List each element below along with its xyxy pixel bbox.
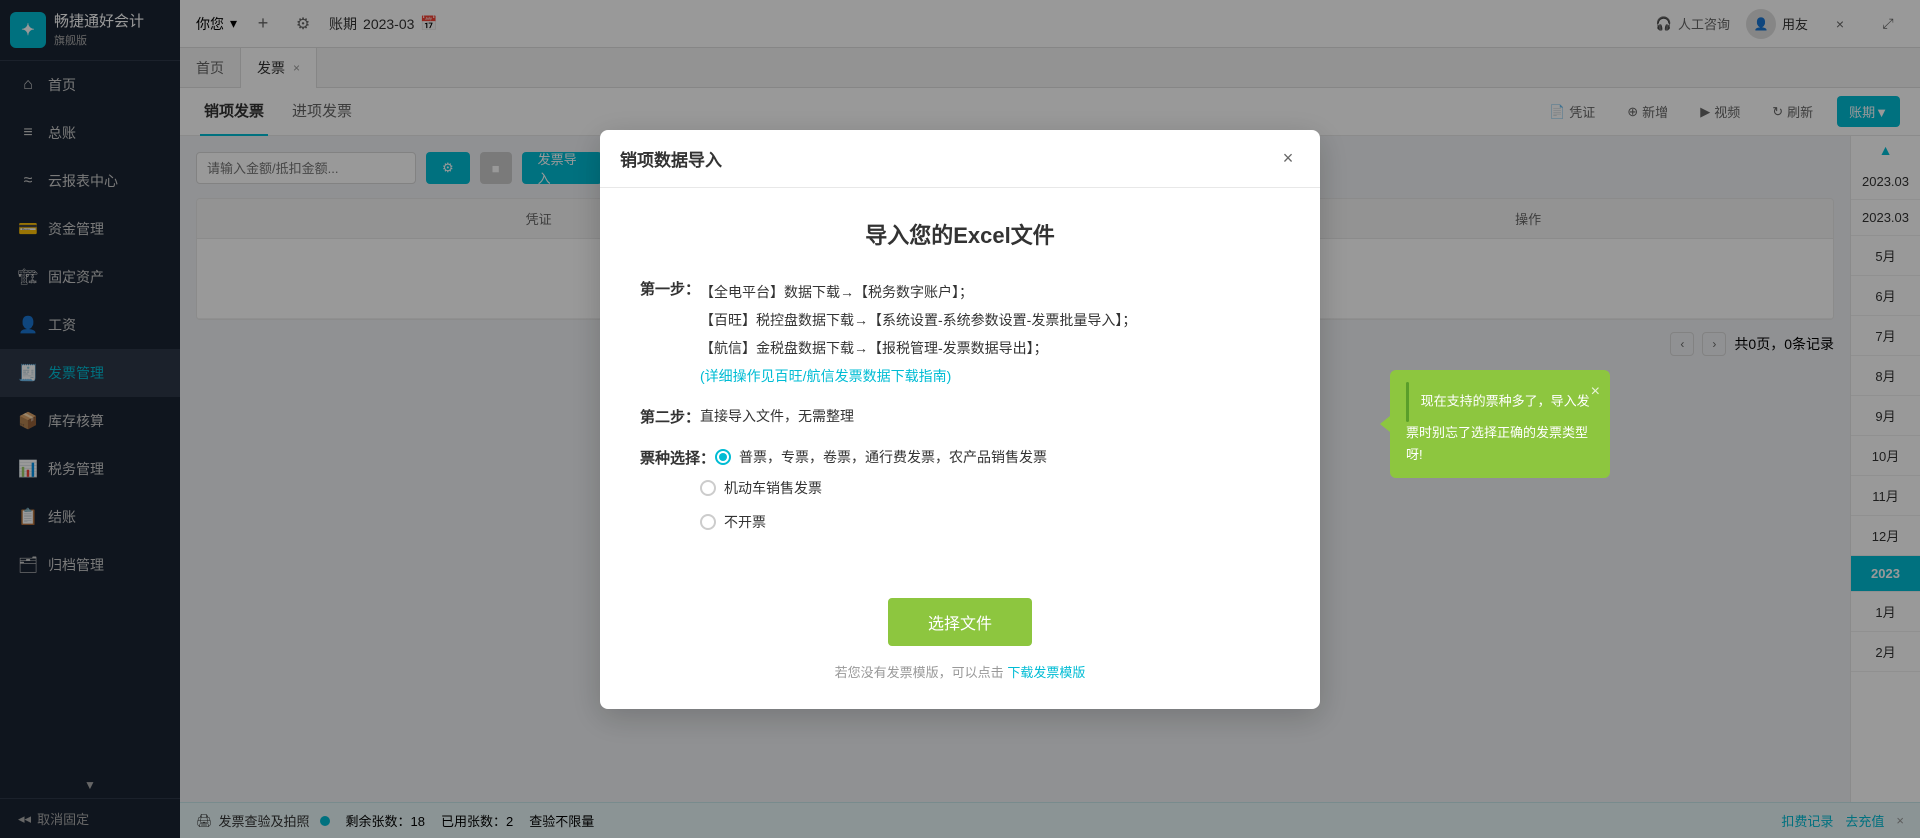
step1-lines: 【全电平台】数据下载→【税务数字账户】； 【百旺】税控盘数据下载→【系统设置-系…	[700, 278, 1136, 386]
step1-line-0: 【全电平台】数据下载→【税务数字账户】；	[700, 278, 1136, 306]
download-text: 若您没有发票模版，可以点击	[835, 665, 1004, 680]
radio-normal-circle	[715, 449, 731, 465]
download-text-row: 若您没有发票模版，可以点击 下载发票模版	[640, 662, 1280, 681]
ticket-select-label: 票种选择：	[640, 447, 715, 468]
tooltip-accent-bar	[1406, 382, 1409, 422]
radio-motor-circle	[700, 480, 716, 496]
step1-guide-link[interactable]: (详细操作见百旺/航信发票数据下载指南)	[700, 368, 951, 384]
radio-noticket[interactable]: 不开票	[640, 512, 1280, 532]
radio-normal-label: 普票，专票，卷票，通行费发票，农产品销售发票	[739, 447, 1047, 467]
select-file-button[interactable]: 选择文件	[888, 598, 1032, 646]
download-template-link[interactable]: 下载发票模版	[1007, 665, 1085, 680]
radio-motor-label: 机动车销售发票	[724, 478, 822, 498]
modal-main-title: 导入您的Excel文件	[640, 218, 1280, 250]
step1-content: 第一步： 【全电平台】数据下载→【税务数字账户】； 【百旺】税控盘数据下载→【系…	[640, 278, 1280, 386]
step2-content-text: 直接导入文件，无需整理	[700, 406, 854, 426]
radio-noticket-circle	[700, 514, 716, 530]
step1-row: 第一步： 【全电平台】数据下载→【税务数字账户】； 【百旺】税控盘数据下载→【系…	[640, 278, 1280, 386]
step2-label: 第二步：	[640, 406, 700, 427]
modal-overlay[interactable]: 销项数据导入 × 导入您的Excel文件 第一步： 【全电平台】数据下载→【税务…	[0, 0, 1920, 838]
ticket-select-section: 票种选择： 普票，专票，卷票，通行费发票，农产品销售发票	[640, 447, 1280, 532]
step2-row: 第二步： 直接导入文件，无需整理	[640, 406, 1280, 427]
modal-body: 导入您的Excel文件 第一步： 【全电平台】数据下载→【税务数字账户】； 【百…	[600, 188, 1320, 578]
radio-normal[interactable]: 普票，专票，卷票，通行费发票，农产品销售发票	[715, 447, 1047, 467]
import-modal: 销项数据导入 × 导入您的Excel文件 第一步： 【全电平台】数据下载→【税务…	[600, 130, 1320, 709]
tooltip-arrow	[1380, 416, 1390, 432]
tooltip-bubble: 现在支持的票种多了，导入发票时别忘了选择正确的发票类型呀! ×	[1390, 370, 1610, 478]
radio-noticket-label: 不开票	[724, 512, 766, 532]
tooltip-close-btn[interactable]: ×	[1591, 378, 1600, 405]
step1-line-2: 【航信】金税盘数据下载→【报税管理-发票数据导出】；	[700, 334, 1136, 362]
step1-label: 第一步：	[640, 278, 700, 386]
modal-footer: 选择文件 若您没有发票模版，可以点击 下载发票模版	[600, 578, 1320, 709]
modal-header: 销项数据导入 ×	[600, 130, 1320, 188]
step1-link-row: (详细操作见百旺/航信发票数据下载指南)	[700, 366, 1136, 386]
step1-line-1: 【百旺】税控盘数据下载→【系统设置-系统参数设置-发票批量导入】；	[700, 306, 1136, 334]
radio-motor[interactable]: 机动车销售发票	[640, 478, 1280, 498]
tooltip-bubble-wrapper: 现在支持的票种多了，导入发票时别忘了选择正确的发票类型呀! ×	[1390, 370, 1610, 478]
tooltip-text: 现在支持的票种多了，导入发票时别忘了选择正确的发票类型呀!	[1406, 393, 1590, 462]
step2-content: 第二步： 直接导入文件，无需整理	[640, 406, 1280, 427]
ticket-row-1: 票种选择： 普票，专票，卷票，通行费发票，农产品销售发票	[640, 447, 1280, 468]
modal-close-button[interactable]: ×	[1276, 146, 1300, 170]
modal-title: 销项数据导入	[620, 146, 722, 171]
radio-normal-dot	[719, 453, 727, 461]
